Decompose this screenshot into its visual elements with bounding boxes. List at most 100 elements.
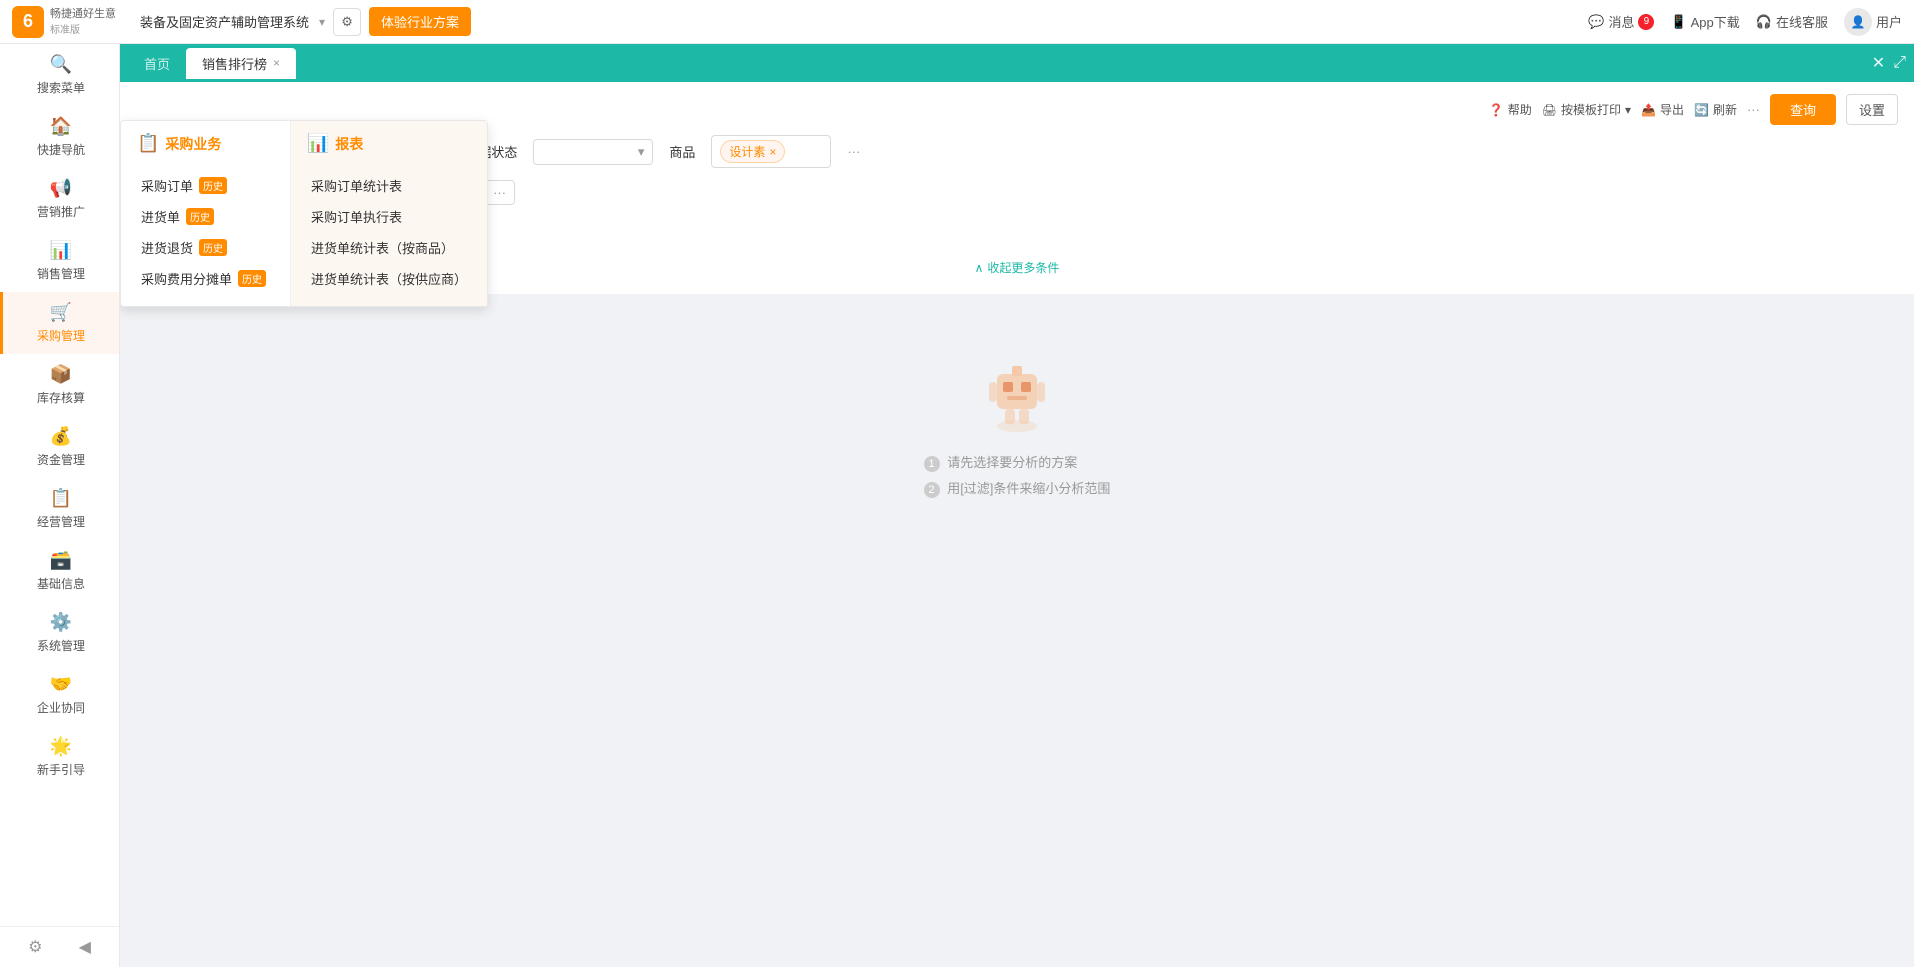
user-button[interactable]: 👤 用户	[1844, 8, 1902, 36]
app-download-button[interactable]: 📱 App下载	[1670, 12, 1739, 31]
purchase-order-label: 采购订单	[141, 176, 193, 195]
sidebar-item-guide[interactable]: 🌟 新手引导	[0, 726, 119, 788]
inventory-icon: 📦	[50, 364, 72, 385]
main-layout: 🔍 搜索菜单 🏠 快捷导航 📢 营销推广 📊 销售管理 🛒 采购管理 📦 库存核…	[0, 44, 1914, 967]
sidebar-label-operations: 经营管理	[37, 513, 85, 530]
refresh-button[interactable]: 🔄 刷新	[1694, 101, 1737, 118]
collapse-label: 收起更多条件	[987, 259, 1059, 276]
po-stats-item[interactable]: 采购订单统计表	[307, 170, 471, 201]
purchase-col-title: 📋 采购业务	[137, 133, 274, 160]
goods-label: 商品	[669, 142, 695, 161]
sidebar-item-system[interactable]: ⚙️ 系统管理	[0, 602, 119, 664]
sidebar-item-finance[interactable]: 💰 资金管理	[0, 416, 119, 478]
help-label: 帮助	[1508, 101, 1532, 118]
tab-home[interactable]: 首页	[128, 48, 186, 79]
collapse-arrow-icon: ∧	[975, 261, 984, 275]
incoming-stats-goods-item[interactable]: 进货单统计表（按商品）	[307, 232, 471, 263]
settings-button[interactable]: 设置	[1846, 94, 1898, 125]
incoming-item[interactable]: 进货单 历史	[137, 201, 274, 232]
tab-home-label: 首页	[144, 54, 170, 73]
tab-close-icon[interactable]: ×	[273, 56, 280, 70]
settings-bottom-button[interactable]: ⚙	[28, 937, 42, 957]
sidebar-label-collab: 企业协同	[37, 699, 85, 716]
salesperson-more-icon: ···	[493, 185, 506, 200]
incoming-stats-goods-label: 进货单统计表（按商品）	[311, 238, 454, 257]
purchase-col: 📋 采购业务 采购订单 历史 进货单 历史 进货退货 历史	[121, 121, 291, 306]
tab-close-button[interactable]: ✕	[1872, 53, 1885, 73]
gear-button[interactable]: ⚙	[333, 8, 361, 36]
sidebar-label-basic-info: 基础信息	[37, 575, 85, 592]
sidebar-label-quick-nav: 快捷导航	[37, 141, 85, 158]
return-history-badge: 历史	[199, 239, 227, 256]
report-col-title-text: 报表	[335, 134, 363, 154]
export-icon: 📤	[1641, 103, 1656, 117]
logo-icon: 6	[12, 6, 44, 38]
sidebar-label-marketing: 营销推广	[37, 203, 85, 220]
guide-icon: 🌟	[50, 736, 72, 757]
service-label: 在线客服	[1776, 12, 1828, 31]
collapse-sidebar-button[interactable]: ◀	[79, 937, 91, 957]
incoming-stats-supplier-label: 进货单统计表（按供应商）	[311, 269, 467, 288]
purchase-order-item[interactable]: 采购订单 历史	[137, 170, 274, 201]
sidebar-bottom: ⚙ ◀	[0, 926, 119, 967]
print-icon: 🖨	[1542, 103, 1557, 117]
system-title: 装备及固定资产辅助管理系统	[140, 12, 309, 31]
tab-sales-rank[interactable]: 销售排行榜 ×	[186, 48, 296, 79]
sales-icon: 📊	[50, 240, 72, 261]
tab-bar: 首页 销售排行榜 × ✕ ⤢	[120, 44, 1914, 82]
logo-text-area: 畅捷通好生意 标准版	[50, 7, 116, 36]
step-2-icon: 2	[924, 482, 940, 498]
sidebar-item-search[interactable]: 🔍 搜索菜单	[0, 44, 119, 106]
print-button[interactable]: 🖨 按模板打印 ▾	[1542, 101, 1631, 118]
goods-tag-close[interactable]: ×	[769, 145, 776, 159]
avatar: 👤	[1844, 8, 1872, 36]
message-button[interactable]: 💬 消息 9	[1588, 12, 1654, 31]
online-service-button[interactable]: 🎧 在线客服	[1756, 12, 1828, 31]
sidebar-item-marketing[interactable]: 📢 营销推广	[0, 168, 119, 230]
po-exec-item[interactable]: 采购订单执行表	[307, 201, 471, 232]
incoming-stats-supplier-item[interactable]: 进货单统计表（按供应商）	[307, 263, 471, 294]
print-label: 按模板打印	[1561, 101, 1621, 118]
tab-maximize-button[interactable]: ⤢	[1893, 54, 1906, 72]
sidebar-item-collab[interactable]: 🤝 企业协同	[0, 664, 119, 726]
refresh-label: 刷新	[1713, 101, 1737, 118]
sidebar-item-purchase[interactable]: 🛒 采购管理	[0, 292, 119, 354]
empty-state: 1 请先选择要分析的方案 2 用[过滤]条件来缩小分析范围	[120, 294, 1914, 562]
export-label: 导出	[1660, 101, 1684, 118]
query-button[interactable]: 查询	[1770, 94, 1836, 125]
purchase-expense-history-badge: 历史	[238, 270, 266, 287]
purchase-expense-item[interactable]: 采购费用分摊单 历史	[137, 263, 274, 294]
return-goods-item[interactable]: 进货退货 历史	[137, 232, 274, 263]
collab-icon: 🤝	[50, 674, 72, 695]
sidebar-item-inventory[interactable]: 📦 库存核算	[0, 354, 119, 416]
purchase-col-icon: 📋	[137, 133, 159, 154]
goods-more-icon[interactable]: ···	[847, 144, 860, 159]
content-area: 首页 销售排行榜 × ✕ ⤢ 📋 采购业务 采	[120, 44, 1914, 967]
sidebar-item-basic-info[interactable]: 🗃️ 基础信息	[0, 540, 119, 602]
export-button[interactable]: 📤 导出	[1641, 101, 1684, 118]
header-center: 装备及固定资产辅助管理系统 ▾ ⚙ 体验行业方案	[132, 7, 1588, 36]
sidebar-item-operations[interactable]: 📋 经营管理	[0, 478, 119, 540]
dropdown-arrow-icon[interactable]: ▾	[319, 15, 325, 29]
report-col-title: 📊 报表	[307, 133, 471, 160]
sidebar-item-quick-nav[interactable]: 🏠 快捷导航	[0, 106, 119, 168]
refresh-icon: 🔄	[1694, 103, 1709, 117]
help-button[interactable]: ❓ 帮助	[1489, 101, 1532, 118]
finance-icon: 💰	[50, 426, 72, 447]
marketing-icon: 📢	[50, 178, 72, 199]
app-label: App下载	[1691, 12, 1740, 31]
page-content: 📋 采购业务 采购订单 历史 进货单 历史 进货退货 历史	[120, 82, 1914, 967]
print-dropdown-icon: ▾	[1625, 103, 1631, 117]
toolbar-more-icon[interactable]: ···	[1747, 102, 1760, 117]
goods-tag-label: 设计素	[729, 143, 765, 160]
goods-filter-input[interactable]: 设计素 ×	[711, 135, 831, 168]
doc-status-select[interactable]: ▾	[533, 139, 653, 165]
sidebar-item-sales[interactable]: 📊 销售管理	[0, 230, 119, 292]
sidebar-label-purchase: 采购管理	[37, 327, 85, 344]
step-1-icon: 1	[924, 456, 940, 472]
tab-bar-right: ✕ ⤢	[1872, 53, 1906, 73]
industry-button[interactable]: 体验行业方案	[369, 7, 471, 36]
sidebar-label-sales: 销售管理	[37, 265, 85, 282]
logo-badge: 标准版	[50, 21, 116, 36]
logo-text: 畅捷通好生意	[50, 7, 116, 21]
